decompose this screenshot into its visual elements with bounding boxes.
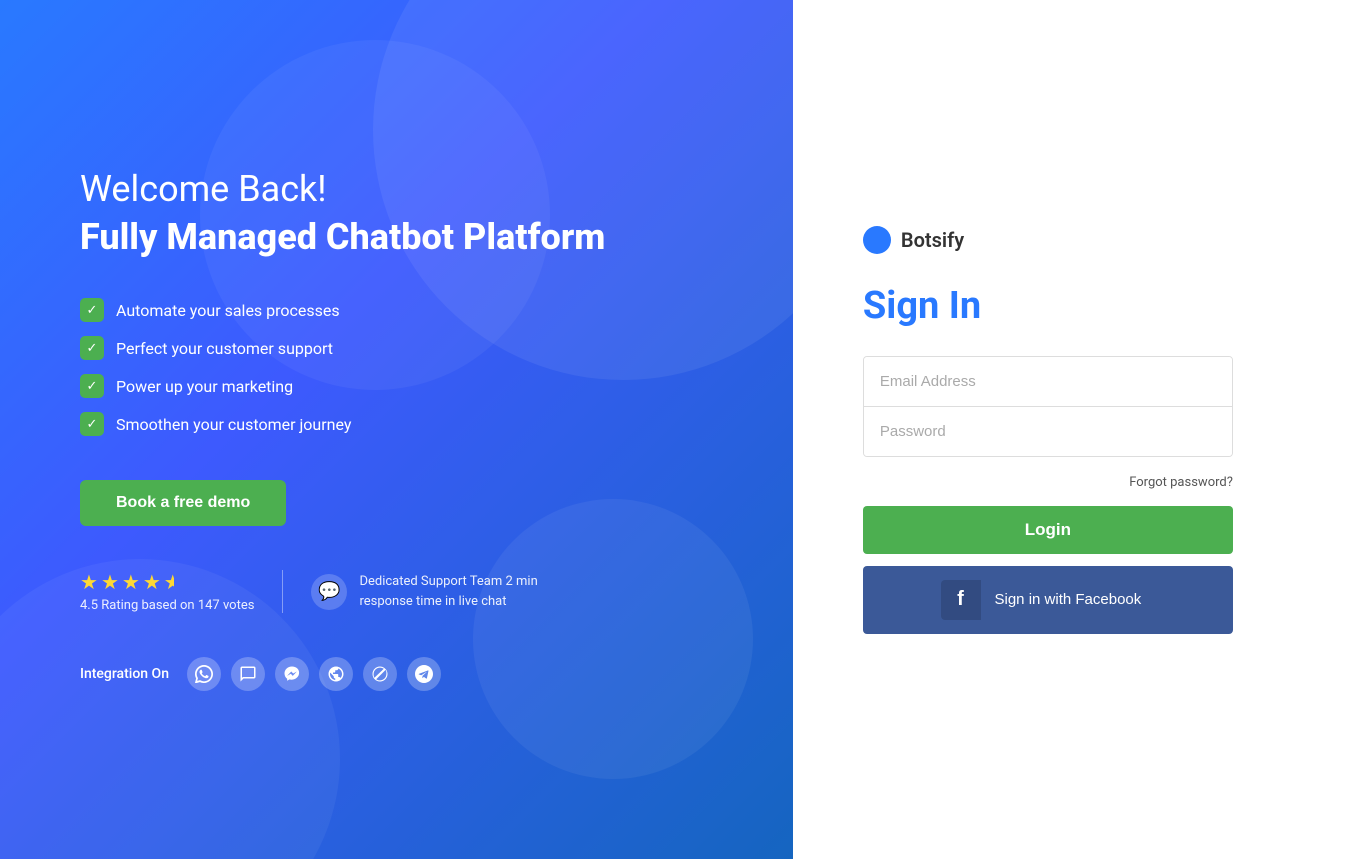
check-icon-1: ✓ (80, 298, 104, 322)
star-4: ★ (143, 570, 161, 594)
star-half: ★ (164, 570, 174, 594)
star-1: ★ (80, 570, 98, 594)
feature-item-2: ✓ Perfect your customer support (80, 336, 713, 360)
forgot-password-link[interactable]: Forgot password? (1129, 475, 1233, 490)
check-icon-4: ✓ (80, 412, 104, 436)
platform-text: Fully Managed Chatbot Platform (80, 216, 713, 258)
demo-button[interactable]: Book a free demo (80, 480, 286, 526)
star-2: ★ (101, 570, 119, 594)
feature-item-1: ✓ Automate your sales processes (80, 298, 713, 322)
form-container: Forgot password? Login f Sign in with Fa… (863, 356, 1233, 634)
logo-row: Botsify (863, 226, 964, 254)
wordpress-icon (363, 657, 397, 691)
logo-dot (863, 226, 891, 254)
feature-item-3: ✓ Power up your marketing (80, 374, 713, 398)
rating-block: ★ ★ ★ ★ ★ 4.5 Rating based on 147 votes (80, 570, 283, 613)
email-input[interactable] (864, 357, 1232, 407)
facebook-signin-button[interactable]: f Sign in with Facebook (863, 566, 1233, 634)
support-text: Dedicated Support Team 2 min response ti… (359, 572, 537, 611)
credentials-input-group (863, 356, 1233, 457)
stars: ★ ★ ★ ★ ★ (80, 570, 254, 594)
whatsapp-icon (187, 657, 221, 691)
check-icon-2: ✓ (80, 336, 104, 360)
check-icon-3: ✓ (80, 374, 104, 398)
integration-label: Integration On (80, 666, 169, 682)
welcome-text: Welcome Back! (80, 168, 713, 210)
star-3: ★ (122, 570, 140, 594)
signin-title: Sign In (863, 284, 981, 328)
features-list: ✓ Automate your sales processes ✓ Perfec… (80, 298, 713, 436)
left-panel: Welcome Back! Fully Managed Chatbot Plat… (0, 0, 793, 859)
rating-text: 4.5 Rating based on 147 votes (80, 598, 254, 613)
globe-icon (319, 657, 353, 691)
feature-item-4: ✓ Smoothen your customer journey (80, 412, 713, 436)
right-panel: Botsify Sign In Forgot password? Login f… (793, 0, 1360, 859)
facebook-button-label: Sign in with Facebook (995, 591, 1142, 608)
integration-section: Integration On (80, 657, 713, 691)
chat-icon: 💬 (311, 574, 347, 610)
facebook-icon: f (941, 580, 981, 620)
logo-name: Botsify (901, 228, 964, 252)
integration-icons (187, 657, 441, 691)
chat-integration-icon (231, 657, 265, 691)
support-block: 💬 Dedicated Support Team 2 min response … (311, 572, 537, 611)
telegram-icon (407, 657, 441, 691)
password-input[interactable] (864, 407, 1232, 456)
forgot-link-row: Forgot password? (863, 471, 1233, 490)
messenger-icon (275, 657, 309, 691)
login-button[interactable]: Login (863, 506, 1233, 554)
social-proof: ★ ★ ★ ★ ★ 4.5 Rating based on 147 votes … (80, 570, 713, 613)
